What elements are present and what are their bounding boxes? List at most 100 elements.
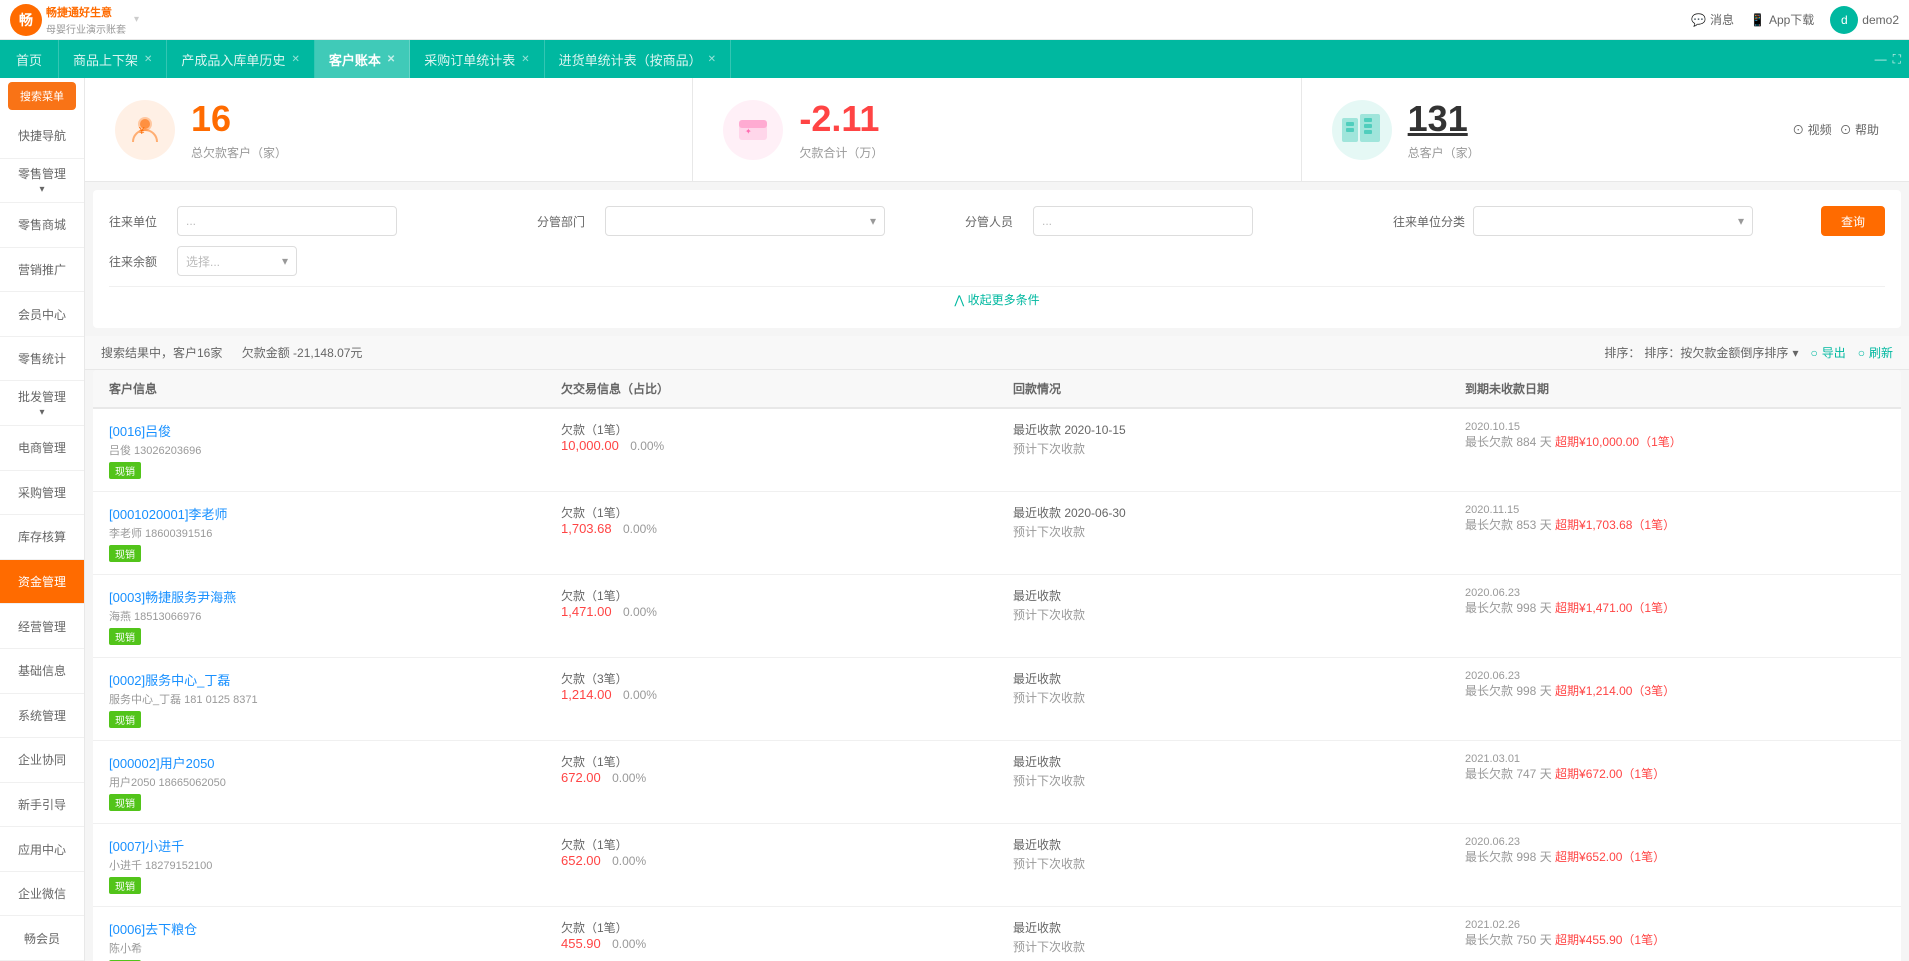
overdue-amount[interactable]: 超期¥1,214.00（3笔） — [1555, 684, 1675, 698]
sidebar-item-app-center[interactable]: 应用中心 — [0, 827, 84, 872]
refresh-label: 刷新 — [1869, 344, 1893, 361]
person-label: 分管人员 — [965, 213, 1025, 230]
sidebar-item-retail-mall[interactable]: 零售商城 — [0, 203, 84, 248]
latest-collect: 最近收款 2020-06-30 — [1013, 504, 1433, 521]
chevron-down-icon: ▾ — [282, 254, 288, 268]
sidebar-item-finance[interactable]: 资金管理 — [0, 560, 84, 605]
sidebar-item-newbie[interactable]: 新手引导 — [0, 783, 84, 828]
source-input[interactable]: ... — [177, 206, 397, 236]
sidebar-item-base-info[interactable]: 基础信息 — [0, 649, 84, 694]
export-btn[interactable]: ○ 导出 — [1810, 344, 1845, 361]
tab-product-history[interactable]: 产成品入库单历史 ✕ — [167, 40, 314, 78]
app-download-btn[interactable]: 📱 App下载 — [1750, 11, 1814, 28]
sort-selector[interactable]: 排序： 排序：按欠款金额倒序排序 ▾ — [1604, 344, 1798, 361]
tab-purchase-stats[interactable]: 进货单统计表（按商品） ✕ — [545, 40, 731, 78]
app-icon: 📱 — [1750, 13, 1765, 27]
sidebar-item-purchase[interactable]: 采购管理 — [0, 471, 84, 516]
company-name: 母婴行业演示账套 — [46, 21, 126, 36]
sidebar-item-wechat[interactable]: 企业微信 — [0, 872, 84, 917]
sidebar-item-retail-stats[interactable]: 零售统计 — [0, 337, 84, 382]
customer-name-link[interactable]: [0016]吕俊 — [109, 421, 529, 440]
customer-name-link[interactable]: [0001020001]李老师 — [109, 504, 529, 523]
customer-name-link[interactable]: [0002]服务中心_丁磊 — [109, 670, 529, 689]
debt-info: 欠款（1笔） 672.00 0.00% — [545, 741, 997, 823]
sidebar-item-inventory[interactable]: 库存核算 — [0, 515, 84, 560]
overdue-amount[interactable]: 超期¥455.90（1笔） — [1555, 933, 1665, 947]
newbie-label: 新手引导 — [18, 796, 66, 813]
maximize-icon[interactable]: ⛶ — [1893, 52, 1901, 67]
close-icon[interactable]: ✕ — [291, 54, 299, 65]
debt-desc: 欠款（1笔） — [561, 504, 981, 521]
sidebar-item-system[interactable]: 系统管理 — [0, 694, 84, 739]
next-collect: 预计下次收款 — [1013, 440, 1433, 457]
sidebar-item-retail-mgmt[interactable]: 零售管理 ▾ — [0, 159, 84, 204]
overdue-amount[interactable]: 超期¥672.00（1笔） — [1555, 767, 1665, 781]
overdue-amount[interactable]: 超期¥1,471.00（1笔） — [1555, 601, 1675, 615]
debt-amount-text: 欠款金额 -21,148.07元 — [242, 346, 363, 360]
debt-customers-icon: ¥ — [115, 100, 175, 160]
close-icon[interactable]: ✕ — [387, 54, 395, 65]
marketing-label: 营销推广 — [18, 261, 66, 278]
latest-collect: 最近收款 — [1013, 836, 1433, 853]
stat-card-debt-customers: ¥ 16 总欠款客户（家） — [85, 78, 693, 181]
help-btn[interactable]: ⊙ 帮助 — [1840, 121, 1879, 138]
repayment-info: 最近收款 预计下次收款 — [997, 575, 1449, 657]
filter-group-balance: 往来余额 选择... ▾ — [109, 246, 1885, 276]
sidebar-item-enterprise[interactable]: 企业协同 — [0, 738, 84, 783]
dept-select[interactable]: ▾ — [605, 206, 885, 236]
customer-name-link[interactable]: [0007]小进千 — [109, 836, 529, 855]
table-row: [0006]去下粮仓 陈小希 现销 欠款（1笔） 455.90 0.00% 最近… — [93, 907, 1901, 961]
overdue-amount[interactable]: 超期¥1,703.68（1笔） — [1555, 518, 1675, 532]
overdue-amount[interactable]: 超期¥10,000.00（1笔） — [1555, 435, 1682, 449]
collapse-bar[interactable]: ⋀ 收起更多条件 — [109, 286, 1885, 312]
search-button[interactable]: 查询 — [1821, 206, 1885, 236]
due-date: 2020.11.15 — [1465, 504, 1885, 516]
tab-customer-account[interactable]: 客户账本 ✕ — [315, 40, 410, 78]
tab-home[interactable]: 首页 — [0, 40, 59, 78]
sidebar-item-vip[interactable]: 畅会员 — [0, 916, 84, 961]
tab-purchase-order[interactable]: 采购订单统计表 ✕ — [410, 40, 544, 78]
source-label: 往来单位 — [109, 213, 169, 230]
user-avatar[interactable]: d demo2 — [1830, 6, 1899, 34]
close-icon[interactable]: ✕ — [708, 54, 716, 65]
debt-desc: 欠款（1笔） — [561, 753, 981, 770]
close-icon[interactable]: ✕ — [144, 54, 152, 65]
customer-phone: 李老师 18600391516 — [109, 525, 529, 541]
debt-desc: 欠款（1笔） — [561, 421, 981, 438]
category-select[interactable]: ▾ — [1473, 206, 1753, 236]
sidebar-item-member-center[interactable]: 会员中心 — [0, 292, 84, 337]
result-bar: 搜索结果中，客户16家 欠款金额 -21,148.07元 排序： 排序：按欠款金… — [85, 336, 1909, 370]
debt-info: 欠款（1笔） 1,471.00 0.00% — [545, 575, 997, 657]
sidebar-item-quick-nav[interactable]: 快捷导航 — [0, 114, 84, 159]
tab-product-listing[interactable]: 商品上下架 ✕ — [59, 40, 167, 78]
sidebar-item-operations[interactable]: 经营管理 — [0, 604, 84, 649]
next-collect: 预计下次收款 — [1013, 523, 1433, 540]
close-icon[interactable]: ✕ — [521, 54, 529, 65]
dropdown-arrow[interactable]: ▾ — [134, 14, 139, 25]
sidebar-item-marketing[interactable]: 营销推广 — [0, 248, 84, 293]
view-btn[interactable]: ⊙ 视频 — [1792, 121, 1831, 138]
message-btn[interactable]: 💬 消息 — [1691, 11, 1734, 28]
balance-label: 往来余额 — [109, 253, 169, 270]
table-row: [0001020001]李老师 李老师 18600391516 现销 欠款（1笔… — [93, 492, 1901, 575]
app-wrapper: 畅 畅捷通好生意 母婴行业演示账套 ▾ 💬 消息 📱 App下载 d demo2 — [0, 0, 1909, 961]
top-bar-right: 💬 消息 📱 App下载 d demo2 — [1691, 6, 1899, 34]
minimize-icon[interactable]: — — [1875, 52, 1887, 66]
customer-name-link[interactable]: [000002]用户2050 — [109, 753, 529, 772]
balance-select[interactable]: 选择... ▾ — [177, 246, 297, 276]
latest-collect: 最近收款 — [1013, 919, 1433, 936]
overdue-amount[interactable]: 超期¥652.00（1笔） — [1555, 850, 1665, 864]
customer-name-link[interactable]: [0003]畅捷服务尹海燕 — [109, 587, 529, 606]
debt-amount: 672.00 — [561, 770, 601, 785]
sidebar-item-ecommerce[interactable]: 电商管理 — [0, 426, 84, 471]
sidebar-item-wholesale-mgmt[interactable]: 批发管理 ▾ — [0, 381, 84, 426]
customer-name-link[interactable]: [0006]去下粮仓 — [109, 919, 529, 938]
repayment-info: 最近收款 2020-06-30 预计下次收款 — [997, 492, 1449, 574]
search-menu-btn[interactable]: 搜索菜单 — [8, 82, 76, 110]
result-info: 搜索结果中，客户16家 欠款金额 -21,148.07元 — [101, 344, 362, 361]
due-date: 2020.06.23 — [1465, 587, 1885, 599]
retail-mgmt-label: 零售管理 — [18, 165, 66, 182]
person-input[interactable]: ... — [1033, 206, 1253, 236]
refresh-btn[interactable]: ○ 刷新 — [1858, 344, 1893, 361]
customer-phone: 吕俊 13026203696 — [109, 442, 529, 458]
